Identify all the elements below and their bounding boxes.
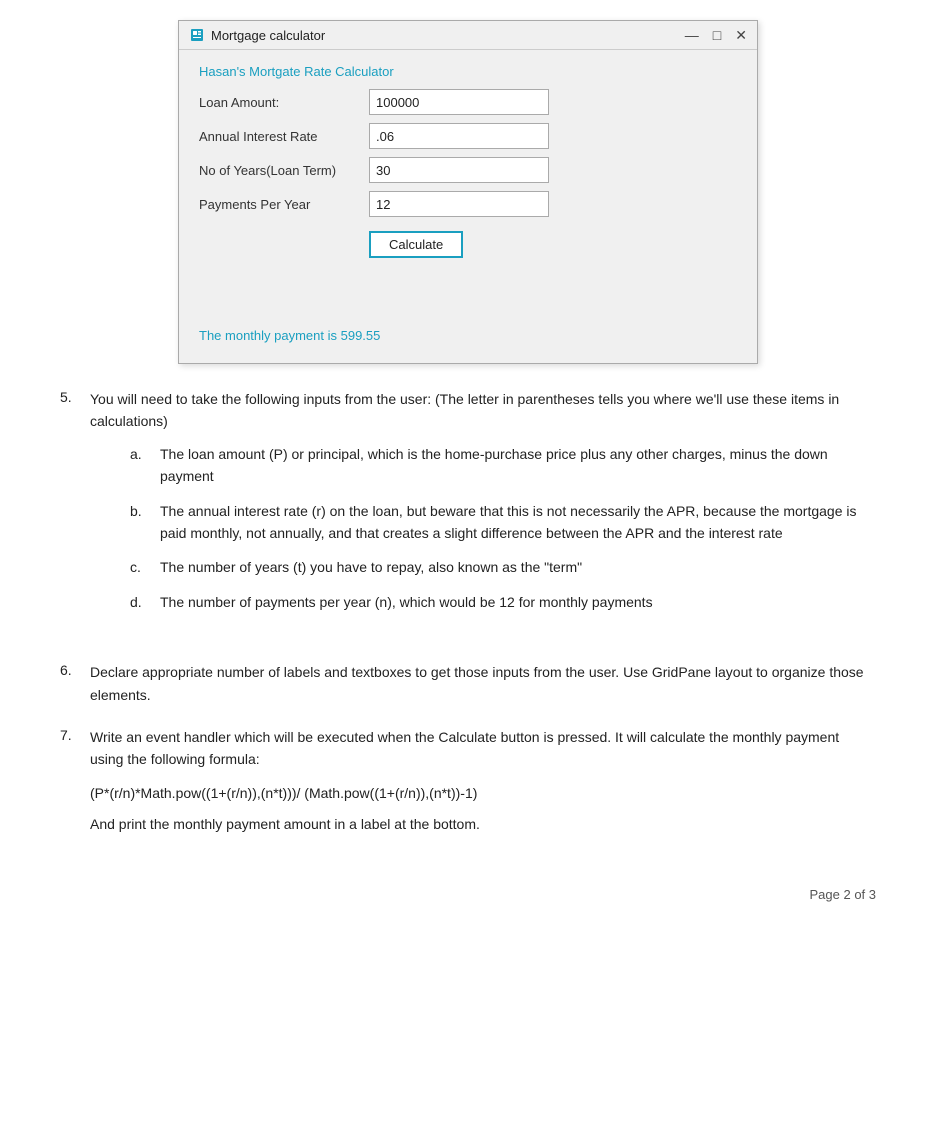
minimize-button[interactable]: —	[685, 28, 699, 42]
interest-rate-label: Annual Interest Rate	[199, 129, 369, 144]
interest-rate-input[interactable]	[369, 123, 549, 149]
payments-label: Payments Per Year	[199, 197, 369, 212]
sub-d-letter: d.	[130, 591, 160, 613]
payments-input[interactable]	[369, 191, 549, 217]
item-5-text: You will need to take the following inpu…	[90, 391, 839, 429]
list-item-5: 5. You will need to take the following i…	[60, 388, 876, 625]
interest-rate-row: Annual Interest Rate	[199, 123, 737, 149]
sub-item-c: c. The number of years (t) you have to r…	[90, 556, 876, 578]
sub-a-letter: a.	[130, 443, 160, 488]
years-row: No of Years(Loan Term)	[199, 157, 737, 183]
years-input[interactable]	[369, 157, 549, 183]
item-6-number: 6.	[60, 661, 90, 678]
item-6-text: Declare appropriate number of labels and…	[90, 664, 864, 702]
app-subtitle: Hasan's Mortgate Rate Calculator	[199, 64, 737, 79]
app-icon	[189, 27, 205, 43]
window-controls: — □ ✕	[685, 28, 747, 42]
item-5-number: 5.	[60, 388, 90, 405]
formula-line-1: (P*(r/n)*Math.pow((1+(r/n)),(n*t)))/ (Ma…	[90, 781, 876, 806]
sub-item-d: d. The number of payments per year (n), …	[90, 591, 876, 613]
loan-amount-row: Loan Amount:	[199, 89, 737, 115]
app-window: Mortgage calculator — □ ✕ Hasan's Mortga…	[178, 20, 758, 364]
window-title: Mortgage calculator	[211, 28, 685, 43]
app-content: Hasan's Mortgate Rate Calculator Loan Am…	[179, 50, 757, 363]
calculate-button[interactable]: Calculate	[369, 231, 463, 258]
loan-amount-label: Loan Amount:	[199, 95, 369, 110]
sub-c-text: The number of years (t) you have to repa…	[160, 556, 876, 578]
numbered-list: 5. You will need to take the following i…	[60, 388, 876, 847]
sub-list-5: a. The loan amount (P) or principal, whi…	[90, 443, 876, 613]
item-7-body: Write an event handler which will be exe…	[90, 726, 876, 847]
sub-d-text: The number of payments per year (n), whi…	[160, 591, 876, 613]
sub-b-text: The annual interest rate (r) on the loan…	[160, 500, 876, 545]
item-7-number: 7.	[60, 726, 90, 743]
sub-item-a: a. The loan amount (P) or principal, whi…	[90, 443, 876, 488]
payments-row: Payments Per Year	[199, 191, 737, 217]
sub-c-letter: c.	[130, 556, 160, 578]
close-button[interactable]: ✕	[735, 28, 747, 42]
item-6-body: Declare appropriate number of labels and…	[90, 661, 876, 706]
title-bar: Mortgage calculator — □ ✕	[179, 21, 757, 50]
item-5-body: You will need to take the following inpu…	[90, 388, 876, 625]
formula-line-2: And print the monthly payment amount in …	[90, 812, 876, 837]
page-footer: Page 2 of 3	[60, 887, 876, 902]
list-item-7: 7. Write an event handler which will be …	[60, 726, 876, 847]
item-7-text: Write an event handler which will be exe…	[90, 729, 839, 767]
sub-b-letter: b.	[130, 500, 160, 545]
page-number: Page 2 of 3	[810, 887, 877, 902]
list-item-6: 6. Declare appropriate number of labels …	[60, 661, 876, 706]
maximize-button[interactable]: □	[713, 28, 721, 42]
sub-item-b: b. The annual interest rate (r) on the l…	[90, 500, 876, 545]
sub-a-text: The loan amount (P) or principal, which …	[160, 443, 876, 488]
document-content: 5. You will need to take the following i…	[40, 388, 896, 902]
years-label: No of Years(Loan Term)	[199, 163, 369, 178]
result-text: The monthly payment is 599.55	[199, 328, 737, 343]
formula-block: (P*(r/n)*Math.pow((1+(r/n)),(n*t)))/ (Ma…	[90, 781, 876, 837]
loan-amount-input[interactable]	[369, 89, 549, 115]
